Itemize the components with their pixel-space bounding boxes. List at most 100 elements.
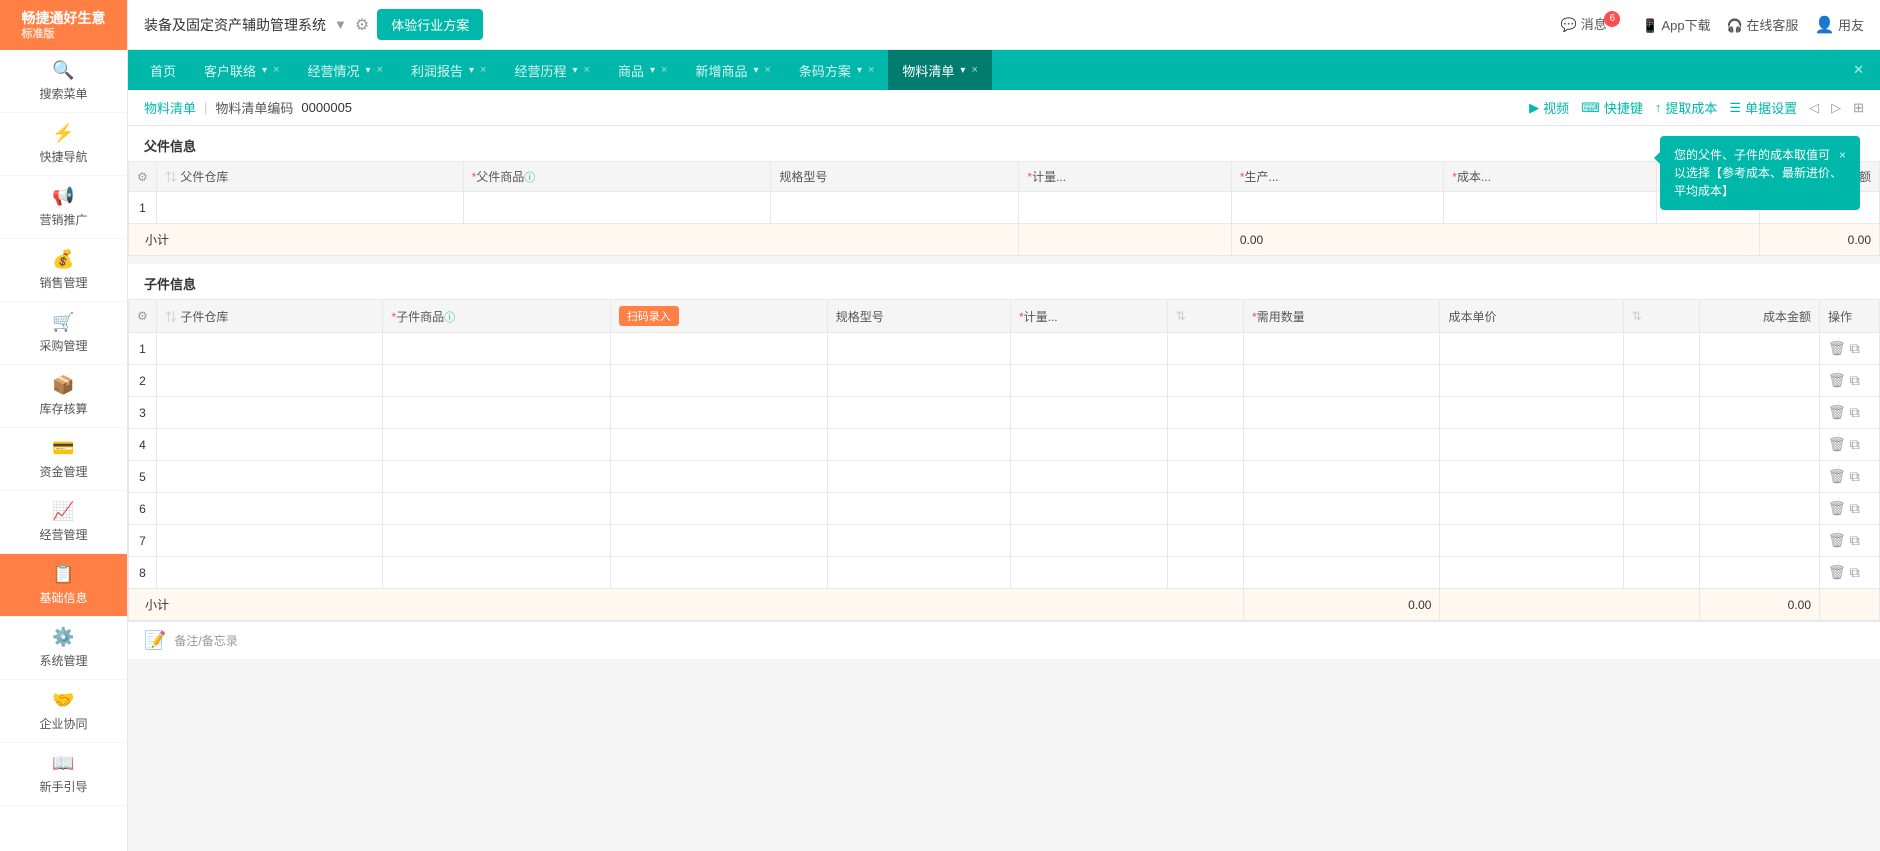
child-spec-cell[interactable] xyxy=(827,557,1010,589)
close-all-icon[interactable]: ✕ xyxy=(1845,62,1872,78)
delete-icon[interactable]: 🗑 xyxy=(1828,436,1846,453)
child-unit-cost-cell[interactable] xyxy=(1440,525,1623,557)
child-qty-cell[interactable] xyxy=(1244,493,1440,525)
child-unit-cost-cell[interactable] xyxy=(1440,333,1623,365)
parent-col-settings[interactable]: ⚙ xyxy=(129,162,157,192)
child-warehouse-cell[interactable] xyxy=(157,461,383,493)
parent-unit-cell[interactable] xyxy=(1019,192,1231,224)
child-qty-cell[interactable] xyxy=(1244,557,1440,589)
child-unit-cell[interactable] xyxy=(1010,557,1167,589)
tab-close-icon[interactable]: × xyxy=(584,64,590,76)
shortcut-tool[interactable]: ⌨ 快捷键 xyxy=(1581,98,1643,117)
child-qty-cell[interactable] xyxy=(1244,525,1440,557)
tab-goods[interactable]: 商品 ▾ × xyxy=(604,50,681,90)
sidebar-item-purchase[interactable]: 🛒 采购管理 xyxy=(0,302,127,365)
child-unit-cell[interactable] xyxy=(1010,461,1167,493)
online-service-link[interactable]: 🎧 在线客服 xyxy=(1727,15,1799,34)
sidebar-item-management[interactable]: 📈 经营管理 xyxy=(0,491,127,554)
child-unit-cell[interactable] xyxy=(1010,429,1167,461)
delete-icon[interactable]: 🗑 xyxy=(1828,372,1846,389)
child-warehouse-cell[interactable] xyxy=(157,493,383,525)
child-goods-cell[interactable] xyxy=(383,397,610,429)
sidebar-item-cooperation[interactable]: 🤝 企业协同 xyxy=(0,680,127,743)
tab-bom[interactable]: 物料清单 ▾ × xyxy=(888,50,991,90)
child-unit-cost-cell[interactable] xyxy=(1440,365,1623,397)
sidebar-item-marketing[interactable]: 📢 营销推广 xyxy=(0,176,127,239)
sidebar-item-quick[interactable]: ⚡ 快捷导航 xyxy=(0,113,127,176)
copy-icon[interactable]: ⧉ xyxy=(1850,468,1860,485)
child-unit-cell[interactable] xyxy=(1010,525,1167,557)
grid-view-icon[interactable]: ⊞ xyxy=(1853,100,1864,116)
sidebar-item-guide[interactable]: 📖 新手引导 xyxy=(0,743,127,806)
breadcrumb-bom[interactable]: 物料清单 xyxy=(144,98,196,117)
child-unit-cell[interactable] xyxy=(1010,493,1167,525)
copy-icon[interactable]: ⧉ xyxy=(1850,340,1860,357)
tab-customer[interactable]: 客户联络 ▾ × xyxy=(190,50,293,90)
delete-icon[interactable]: 🗑 xyxy=(1828,340,1846,357)
copy-icon[interactable]: ⧉ xyxy=(1850,372,1860,389)
tab-close-icon[interactable]: × xyxy=(868,64,874,76)
child-goods-cell[interactable] xyxy=(383,493,610,525)
child-col-settings[interactable]: ⚙ xyxy=(129,300,157,333)
delete-icon[interactable]: 🗑 xyxy=(1828,564,1846,581)
child-goods-cell[interactable] xyxy=(383,333,610,365)
user-area[interactable]: 👤 用友 xyxy=(1814,15,1864,35)
copy-icon[interactable]: ⧉ xyxy=(1850,532,1860,549)
tooltip-close-button[interactable]: × xyxy=(1839,146,1846,164)
extract-cost-tool[interactable]: ↑ 提取成本 xyxy=(1655,98,1718,117)
tab-profit[interactable]: 利润报告 ▾ × xyxy=(397,50,500,90)
messages-area[interactable]: 💬 消息 6 xyxy=(1561,14,1626,35)
child-goods-cell[interactable] xyxy=(383,525,610,557)
sidebar-item-system[interactable]: ⚙️ 系统管理 xyxy=(0,617,127,680)
child-spec-cell[interactable] xyxy=(827,493,1010,525)
parent-warehouse-cell[interactable] xyxy=(157,192,464,224)
parent-goods-cell[interactable] xyxy=(463,192,771,224)
child-spec-cell[interactable] xyxy=(827,525,1010,557)
delete-icon[interactable]: 🗑 xyxy=(1828,404,1846,421)
parent-produce-cell[interactable] xyxy=(1231,192,1443,224)
nav-next-icon[interactable]: ▷ xyxy=(1831,100,1841,116)
sidebar-item-inventory[interactable]: 📦 库存核算 xyxy=(0,365,127,428)
child-warehouse-cell[interactable] xyxy=(157,333,383,365)
tab-new-goods[interactable]: 新增商品 ▾ × xyxy=(681,50,784,90)
child-goods-cell[interactable] xyxy=(383,461,610,493)
sidebar-item-finance[interactable]: 💳 资金管理 xyxy=(0,428,127,491)
child-unit-cell[interactable] xyxy=(1010,333,1167,365)
child-goods-cell[interactable] xyxy=(383,365,610,397)
child-spec-cell[interactable] xyxy=(827,429,1010,461)
video-tool[interactable]: ▶ 视频 xyxy=(1529,98,1569,117)
trial-button[interactable]: 体验行业方案 xyxy=(377,9,483,40)
child-qty-cell[interactable] xyxy=(1244,333,1440,365)
sidebar-item-basic-info[interactable]: 📋 基础信息 xyxy=(0,554,127,617)
copy-icon[interactable]: ⧉ xyxy=(1850,404,1860,421)
nav-prev-icon[interactable]: ◁ xyxy=(1809,100,1819,116)
parent-spec-cell[interactable] xyxy=(771,192,1019,224)
child-unit-cell[interactable] xyxy=(1010,365,1167,397)
child-unit-cell[interactable] xyxy=(1010,397,1167,429)
child-qty-cell[interactable] xyxy=(1244,461,1440,493)
copy-icon[interactable]: ⧉ xyxy=(1850,500,1860,517)
tab-barcode[interactable]: 条码方案 ▾ × xyxy=(785,50,888,90)
copy-icon[interactable]: ⧉ xyxy=(1850,564,1860,581)
child-unit-cost-cell[interactable] xyxy=(1440,461,1623,493)
copy-icon[interactable]: ⧉ xyxy=(1850,436,1860,453)
child-goods-cell[interactable] xyxy=(383,429,610,461)
child-spec-cell[interactable] xyxy=(827,365,1010,397)
child-warehouse-cell[interactable] xyxy=(157,557,383,589)
child-qty-cell[interactable] xyxy=(1244,365,1440,397)
scan-input-button[interactable]: 扫码录入 xyxy=(619,306,679,326)
child-spec-cell[interactable] xyxy=(827,333,1010,365)
child-warehouse-cell[interactable] xyxy=(157,525,383,557)
tab-close-icon[interactable]: × xyxy=(661,64,667,76)
child-unit-cost-cell[interactable] xyxy=(1440,429,1623,461)
delete-icon[interactable]: 🗑 xyxy=(1828,532,1846,549)
single-settings-tool[interactable]: ☰ 单据设置 xyxy=(1729,98,1797,117)
app-download-link[interactable]: 📱 App下载 xyxy=(1642,15,1710,34)
delete-icon[interactable]: 🗑 xyxy=(1828,500,1846,517)
tab-close-icon[interactable]: × xyxy=(480,64,486,76)
child-spec-cell[interactable] xyxy=(827,461,1010,493)
child-warehouse-cell[interactable] xyxy=(157,365,383,397)
tab-close-icon[interactable]: × xyxy=(764,64,770,76)
tab-operations[interactable]: 经营情况 ▾ × xyxy=(294,50,397,90)
child-qty-cell[interactable] xyxy=(1244,429,1440,461)
